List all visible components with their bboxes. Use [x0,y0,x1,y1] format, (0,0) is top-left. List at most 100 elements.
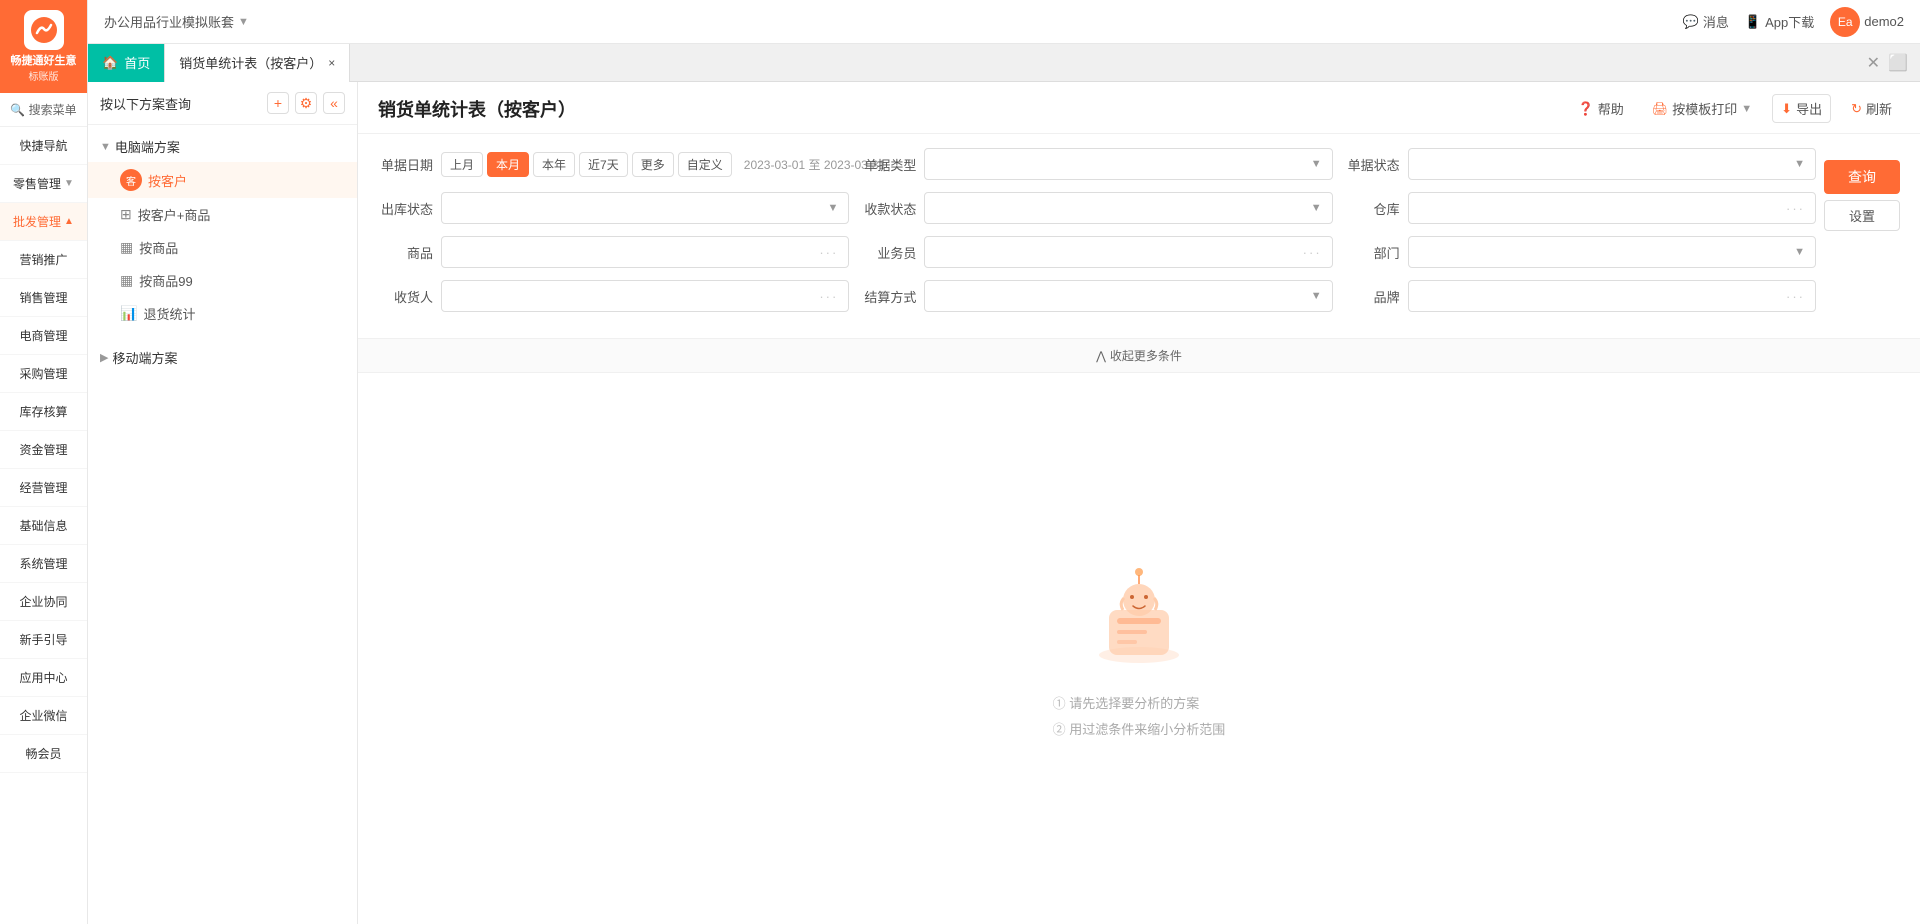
page-header: 销货单统计表（按客户） ❓ 帮助 🖨 按模板打印 ▼ ⬇ 导出 [358,82,1920,134]
sidebar-item-retail[interactable]: 零售管理 ▼ [0,165,87,203]
left-panel-header: 按以下方案查询 + ⚙ « [88,82,357,125]
filter-row-2: 出库状态 ▼ 收款状态 ▼ [378,192,1816,224]
sidebar-search[interactable]: 🔍 搜索菜单 [0,93,87,127]
export-button[interactable]: ⬇ 导出 [1772,94,1831,123]
close-tab-icon[interactable]: × [328,56,335,70]
scheme-return-stats[interactable]: 📊 退货统计 [88,297,357,330]
left-panel: 按以下方案查询 + ⚙ « ▼ 电脑端方案 客 按客户 [88,82,358,924]
chevron-down-icon: ▼ [238,16,249,28]
date-btn-last-month[interactable]: 上月 [441,152,483,177]
sidebar-item-purchase[interactable]: 采购管理 [0,355,87,393]
maximize-window-icon[interactable]: ⬜ [1888,53,1908,73]
doc-status-field[interactable]: ▼ [1408,148,1816,180]
settings-button[interactable]: 设置 [1824,200,1900,231]
goods-field[interactable]: ··· [441,236,849,268]
sidebar-item-guide[interactable]: 新手引导 [0,621,87,659]
topbar-right: 💬 消息 📱 App下载 Ea demo2 [1683,7,1904,37]
date-btn-current-year[interactable]: 本年 [533,152,575,177]
sidebar-item-wechat[interactable]: 企业微信 [0,697,87,735]
page-title: 销货单统计表（按客户） [378,96,576,122]
close-window-icon[interactable]: ✕ [1867,53,1880,73]
refresh-button[interactable]: ↻ 刷新 [1843,95,1900,122]
app-sub: 标账版 [29,68,59,83]
industry-selector[interactable]: 办公用品行业模拟账套 ▼ [104,12,249,31]
payment-status-label: 收款状态 [861,199,916,218]
sidebar-item-system[interactable]: 系统管理 [0,545,87,583]
sidebar-item-shortcuts[interactable]: 快捷导航 [0,127,87,165]
topbar: 办公用品行业模拟账套 ▼ 💬 消息 📱 App下载 Ea demo2 [88,0,1920,44]
sidebar-item-ecommerce[interactable]: 电商管理 [0,317,87,355]
filter-staff: 业务员 ··· [861,236,1332,268]
brand-field[interactable]: ··· [1408,280,1816,312]
date-btn-more[interactable]: 更多 [632,152,674,177]
grid-icon: ⊞ [120,206,132,223]
collapse-bar[interactable]: ⋀ 收起更多条件 [358,339,1920,373]
chevron-down-icon: ▼ [1311,290,1322,302]
scheme-by-customer[interactable]: 客 按客户 [88,162,357,198]
query-button[interactable]: 查询 [1824,160,1900,194]
template-print-button[interactable]: 🖨 按模板打印 ▼ [1644,95,1760,122]
doc-type-field[interactable]: ▼ [924,148,1332,180]
sidebar-item-label: 库存核算 [19,405,67,419]
sidebar-item-enterprise[interactable]: 企业协同 [0,583,87,621]
filter-row-1: 单据日期 上月 本月 本年 近7天 更多 自定义 2023-03-01 至 20… [378,148,1816,180]
search-label: 搜索菜单 [29,103,77,117]
warehouse-field[interactable]: ··· [1408,192,1816,224]
home-icon: 🏠 [102,55,118,71]
mobile-scheme-section: ▶ 移动端方案 [88,336,357,379]
date-btn-7days[interactable]: 近7天 [579,152,628,177]
desktop-scheme-parent[interactable]: ▼ 电脑端方案 [88,131,357,162]
output-status-field[interactable]: ▼ [441,192,849,224]
message-button[interactable]: 💬 消息 [1683,12,1729,31]
date-btn-current-month[interactable]: 本月 [487,152,529,177]
dept-field[interactable]: ▼ [1408,236,1816,268]
more-icon: ··· [1303,245,1322,260]
sidebar-item-label: 经营管理 [19,481,67,495]
collapse-label: 收起更多条件 [1110,347,1182,364]
brand-label: 品牌 [1345,287,1400,306]
tab-home[interactable]: 🏠 首页 [88,44,165,82]
user-menu[interactable]: Ea demo2 [1830,7,1904,37]
staff-field[interactable]: ··· [924,236,1332,268]
sidebar-item-label: 应用中心 [19,671,67,685]
goods-label: 商品 [378,243,433,262]
scheme-customer-goods[interactable]: ⊞ 按客户+商品 [88,198,357,231]
tab-report[interactable]: 销货单统计表（按客户） × [165,44,350,82]
sidebar-item-basic[interactable]: 基础信息 [0,507,87,545]
chevron-down-icon: ▼ [1794,158,1805,170]
sidebar-item-marketing[interactable]: 营销推广 [0,241,87,279]
sidebar-item-sales[interactable]: 销售管理 [0,279,87,317]
sidebar-item-appcenter[interactable]: 应用中心 [0,659,87,697]
filter-row-3: 商品 ··· 业务员 ··· [378,236,1816,268]
filter-goods: 商品 ··· [378,236,849,268]
sidebar-item-membership[interactable]: 畅会员 [0,735,87,773]
collapse-icon: « [330,95,338,111]
sidebar-item-inventory[interactable]: 库存核算 [0,393,87,431]
recipient-field[interactable]: ··· [441,280,849,312]
app-download-button[interactable]: 📱 App下载 [1745,12,1814,31]
scheme-by-goods[interactable]: ▦ 按商品 [88,231,357,264]
help-icon: ❓ [1578,101,1594,117]
mobile-scheme-parent[interactable]: ▶ 移动端方案 [88,342,357,373]
desktop-scheme-label: 电脑端方案 [115,137,180,156]
sidebar-item-label: 企业微信 [19,709,67,723]
settings-scheme-button[interactable]: ⚙ [295,92,317,114]
scheme-goods99[interactable]: ▦ 按商品99 [88,264,357,297]
help-button[interactable]: ❓ 帮助 [1570,95,1632,122]
payment-status-field[interactable]: ▼ [924,192,1332,224]
page-actions: ❓ 帮助 🖨 按模板打印 ▼ ⬇ 导出 ↻ 刷新 [1570,94,1900,123]
filter-doc-status: 单据状态 ▼ [1345,148,1816,180]
filter-warehouse: 仓库 ··· [1345,192,1816,224]
sidebar: 畅捷通好生意 标账版 🔍 搜索菜单 快捷导航 零售管理 ▼ 批发管理 ▲ 营销推… [0,0,88,924]
settlement-field[interactable]: ▼ [924,280,1332,312]
sidebar-item-label: 零售管理 [13,175,61,192]
message-icon: 💬 [1683,14,1699,30]
sidebar-item-wholesale[interactable]: 批发管理 ▲ [0,203,87,241]
avatar: Ea [1830,7,1860,37]
tip-2: 用过滤条件来缩小分析范围 [1053,717,1226,743]
date-btn-custom[interactable]: 自定义 [678,152,732,177]
add-scheme-button[interactable]: + [267,92,289,114]
sidebar-item-finance[interactable]: 资金管理 [0,431,87,469]
collapse-panel-button[interactable]: « [323,92,345,114]
sidebar-item-operations[interactable]: 经营管理 [0,469,87,507]
